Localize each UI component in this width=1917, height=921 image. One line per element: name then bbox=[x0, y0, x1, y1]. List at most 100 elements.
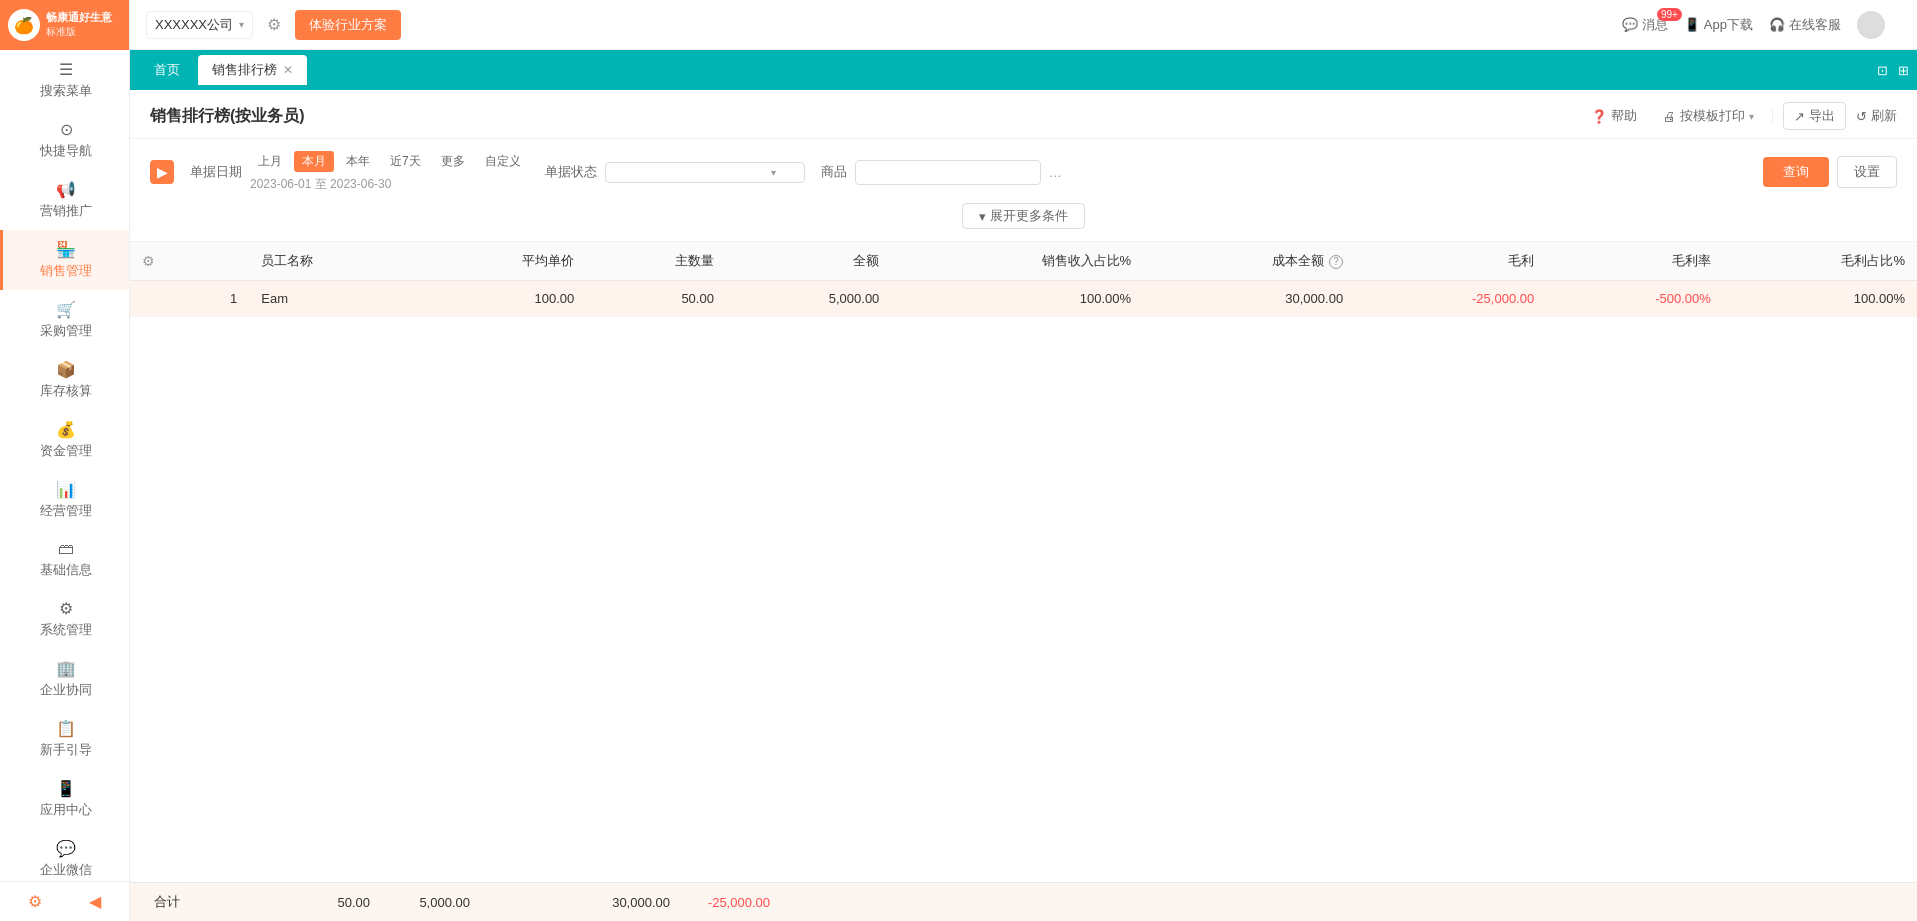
th-name: 员工名称 bbox=[249, 242, 418, 281]
tab-maximize-icon[interactable]: ⊞ bbox=[1898, 63, 1909, 78]
print-button[interactable]: 🖨 按模板打印 ▾ bbox=[1655, 103, 1762, 129]
tab-bar-right: ⊡ ⊞ bbox=[1877, 63, 1909, 78]
page-header: 销售排行榜(按业务员) ❓ 帮助 🖨 按模板打印 ▾ ↗ 导出 bbox=[130, 90, 1917, 139]
data-table: ⚙ 员工名称 平均单价 主数量 全额 销售收入占比% 成本全额 ? bbox=[130, 242, 1917, 317]
search-menu-icon: ☰ bbox=[59, 60, 73, 79]
goods-filter-group: 商品 … bbox=[821, 160, 1062, 185]
sidebar-item-weixin[interactable]: 💬 企业微信 bbox=[0, 829, 129, 881]
help-icon: ❓ bbox=[1591, 109, 1607, 124]
query-button[interactable]: 查询 bbox=[1763, 157, 1829, 187]
date-filter-group: 单据日期 上月 本月 本年 近7天 更多 自定义 2023- bbox=[190, 151, 529, 193]
date-tab-7days[interactable]: 近7天 bbox=[382, 151, 429, 172]
sidebar-item-label: 资金管理 bbox=[40, 442, 92, 460]
footer-main-qty: 50.00 bbox=[302, 895, 382, 910]
sidebar-item-label: 搜索菜单 bbox=[40, 82, 92, 100]
sidebar-item-appstore[interactable]: 📱 应用中心 bbox=[0, 769, 129, 829]
th-total: 全额 bbox=[726, 242, 891, 281]
goods-more-btn[interactable]: … bbox=[1049, 165, 1062, 180]
sidebar-item-purchase[interactable]: 🛒 采购管理 bbox=[0, 290, 129, 350]
th-main-qty: 主数量 bbox=[586, 242, 726, 281]
expand-row: ▾ 展开更多条件 bbox=[150, 203, 1897, 229]
table-body: 1 Eam 100.00 50.00 5,000.00 100.00% 30,0… bbox=[130, 281, 1917, 317]
appstore-icon: 📱 bbox=[56, 779, 76, 798]
tab-home[interactable]: 首页 bbox=[138, 53, 196, 87]
sidebar-item-quick[interactable]: ⊙ 快捷导航 bbox=[0, 110, 129, 170]
status-chevron-icon: ▾ bbox=[771, 167, 776, 178]
date-filter-label: 单据日期 bbox=[190, 163, 242, 181]
column-settings-icon[interactable]: ⚙ bbox=[142, 253, 155, 269]
tab-sales-ranking[interactable]: 销售排行榜 ✕ bbox=[198, 55, 307, 85]
sidebar-item-label: 企业微信 bbox=[40, 861, 92, 879]
print-chevron-icon: ▾ bbox=[1749, 111, 1754, 122]
expand-chevron-icon: ▾ bbox=[979, 209, 986, 224]
tab-minimize-icon[interactable]: ⊡ bbox=[1877, 63, 1888, 78]
sidebar-nav: ☰ 搜索菜单 ⊙ 快捷导航 📢 营销推广 🏪 销售管理 🛒 采购管理 📦 库存核… bbox=[0, 50, 129, 881]
sidebar-settings-btn[interactable]: ⚙ bbox=[28, 892, 42, 911]
purchase-icon: 🛒 bbox=[56, 300, 76, 319]
th-settings[interactable]: ⚙ bbox=[130, 242, 180, 281]
status-select[interactable]: ▾ bbox=[605, 162, 805, 183]
td-total: 5,000.00 bbox=[726, 281, 891, 317]
sidebar-item-label: 新手引导 bbox=[40, 741, 92, 759]
date-tab-this-year[interactable]: 本年 bbox=[338, 151, 378, 172]
tab-label: 销售排行榜 bbox=[212, 61, 277, 79]
td-sales-pct: 100.00% bbox=[891, 281, 1143, 317]
online-service-button[interactable]: 🎧 在线客服 bbox=[1769, 16, 1841, 34]
logo-main: 畅康通好生意 bbox=[46, 11, 112, 24]
quick-nav-icon: ⊙ bbox=[60, 120, 73, 139]
marketing-icon: 📢 bbox=[56, 180, 76, 199]
operations-icon: 📊 bbox=[56, 480, 76, 499]
company-selector[interactable]: XXXXXX公司 ▾ bbox=[146, 11, 253, 39]
trial-button[interactable]: 体验行业方案 bbox=[295, 10, 401, 40]
th-gross-rate: 毛利率 bbox=[1546, 242, 1723, 281]
sidebar-item-newbie[interactable]: 📋 新手引导 bbox=[0, 709, 129, 769]
th-gross: 毛利 bbox=[1355, 242, 1546, 281]
sidebar-collapse-btn[interactable]: ◀ bbox=[89, 892, 101, 911]
help-button[interactable]: ❓ 帮助 bbox=[1583, 103, 1645, 129]
goods-input[interactable] bbox=[855, 160, 1041, 185]
expand-label: 展开更多条件 bbox=[990, 207, 1068, 225]
service-icon: 🎧 bbox=[1769, 17, 1785, 32]
sidebar-logo: 🍊 畅康通好生意 标准版 bbox=[0, 0, 129, 50]
sidebar-item-basic[interactable]: 🗃 基础信息 bbox=[0, 530, 129, 589]
newbie-icon: 📋 bbox=[56, 719, 76, 738]
expand-button[interactable]: ▾ 展开更多条件 bbox=[962, 203, 1085, 229]
header-settings-icon[interactable]: ⚙ bbox=[267, 15, 281, 34]
message-icon: 💬 bbox=[1622, 17, 1638, 32]
date-tabs: 上月 本月 本年 近7天 更多 自定义 bbox=[250, 151, 529, 172]
app-download-button[interactable]: 📱 App下载 bbox=[1684, 16, 1753, 34]
footer-row: 合计 50.00 5,000.00 30,000.00 -25,000.00 bbox=[142, 893, 1905, 911]
settings-button[interactable]: 设置 bbox=[1837, 156, 1897, 188]
sidebar-item-operations[interactable]: 📊 经营管理 bbox=[0, 470, 129, 530]
cost-info-icon[interactable]: ? bbox=[1329, 255, 1343, 269]
print-label: 按模板打印 bbox=[1680, 107, 1745, 125]
date-tab-more[interactable]: 更多 bbox=[433, 151, 473, 172]
logo-icon: 🍊 bbox=[8, 9, 40, 41]
logo-sub: 标准版 bbox=[46, 25, 112, 39]
refresh-button[interactable]: ↺ 刷新 bbox=[1856, 107, 1897, 125]
message-badge: 99+ bbox=[1657, 8, 1682, 21]
avatar[interactable] bbox=[1857, 11, 1885, 39]
message-button[interactable]: 💬 消息 99+ bbox=[1622, 16, 1668, 34]
refresh-icon: ↺ bbox=[1856, 109, 1867, 124]
export-button[interactable]: ↗ 导出 bbox=[1783, 102, 1846, 130]
sidebar-item-enterprise[interactable]: 🏢 企业协同 bbox=[0, 649, 129, 709]
sidebar-item-search[interactable]: ☰ 搜索菜单 bbox=[0, 50, 129, 110]
date-tab-last-month[interactable]: 上月 bbox=[250, 151, 290, 172]
sidebar-item-inventory[interactable]: 📦 库存核算 bbox=[0, 350, 129, 410]
filter-arrow-button[interactable]: ▶ bbox=[150, 160, 174, 184]
sidebar-item-sales[interactable]: 🏪 销售管理 bbox=[0, 230, 129, 290]
sidebar-item-label: 企业协同 bbox=[40, 681, 92, 699]
sidebar-item-system[interactable]: ⚙ 系统管理 bbox=[0, 589, 129, 649]
sidebar-item-label: 快捷导航 bbox=[40, 142, 92, 160]
tab-close-icon[interactable]: ✕ bbox=[283, 63, 293, 77]
date-tab-custom[interactable]: 自定义 bbox=[477, 151, 529, 172]
sidebar-item-finance[interactable]: 💰 资金管理 bbox=[0, 410, 129, 470]
td-avg-price: 100.00 bbox=[418, 281, 587, 317]
main-area: XXXXXX公司 ▾ ⚙ 体验行业方案 💬 消息 99+ 📱 App下载 🎧 在… bbox=[130, 0, 1917, 921]
date-tab-this-month[interactable]: 本月 bbox=[294, 151, 334, 172]
sales-icon: 🏪 bbox=[56, 240, 76, 259]
sidebar-item-marketing[interactable]: 📢 营销推广 bbox=[0, 170, 129, 230]
enterprise-icon: 🏢 bbox=[56, 659, 76, 678]
export-label: 导出 bbox=[1809, 107, 1835, 125]
